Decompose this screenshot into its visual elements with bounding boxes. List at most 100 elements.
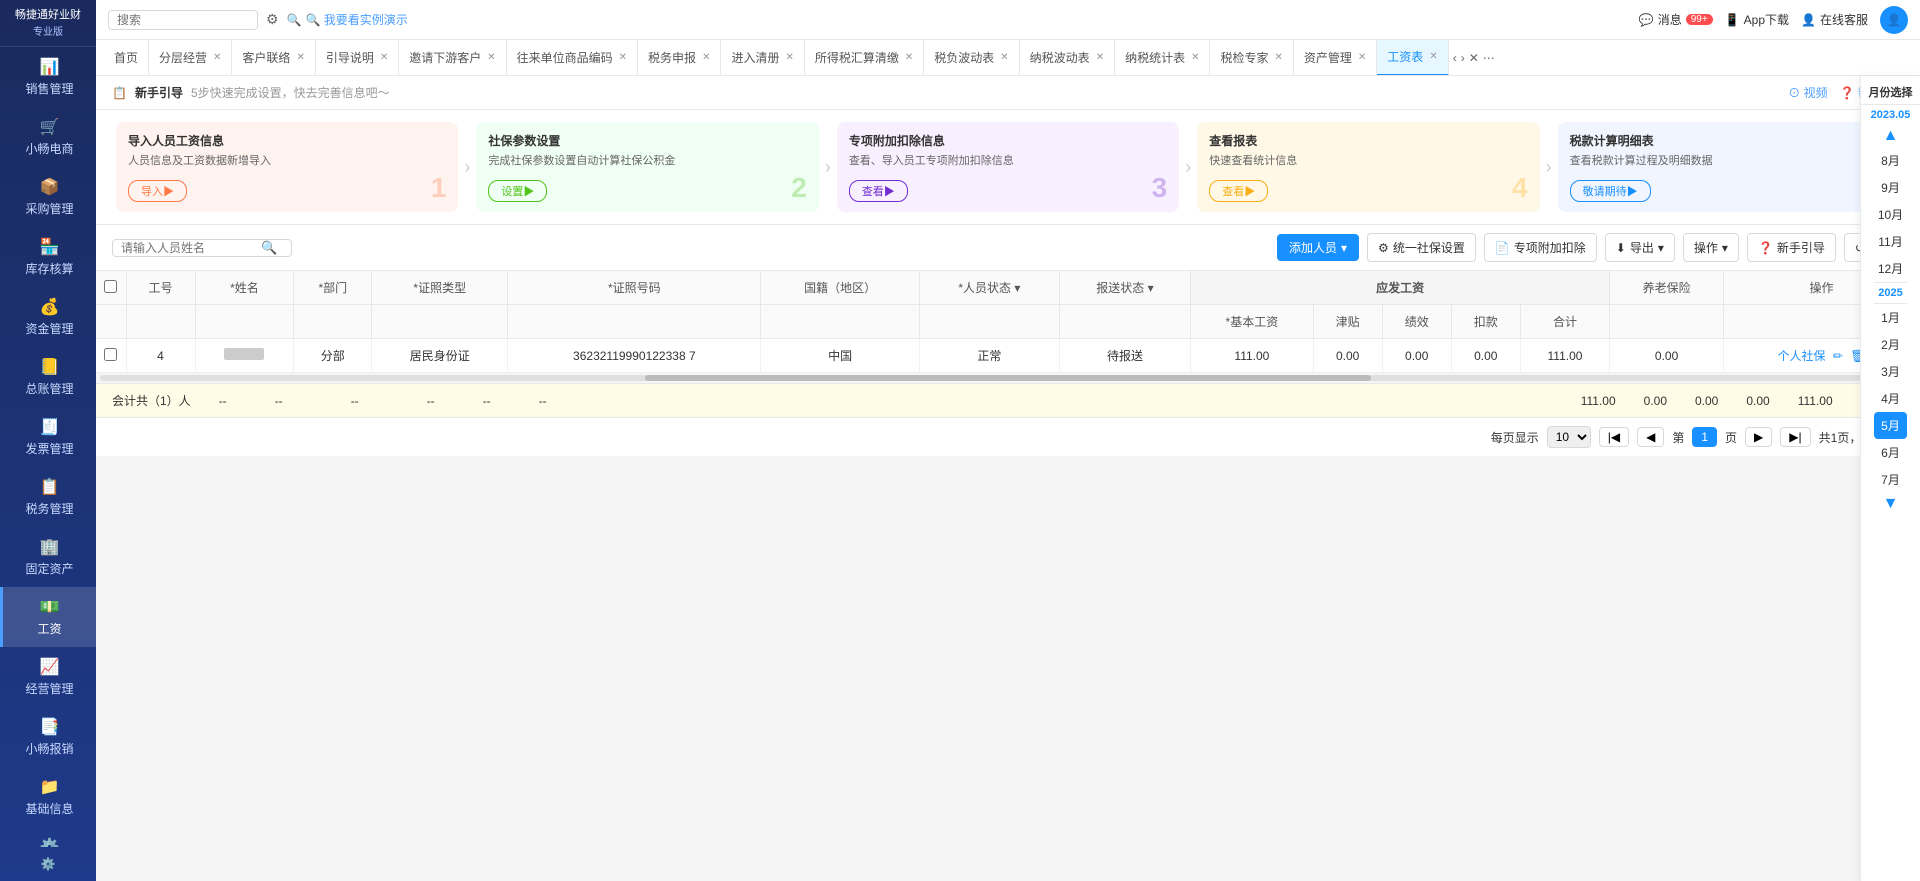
sidebar-item-finance[interactable]: 💰 资金管理 xyxy=(0,287,96,347)
page-prev-btn[interactable]: ◀ xyxy=(1637,427,1664,447)
unified-settings-btn[interactable]: ⚙ 统一社保设置 xyxy=(1367,233,1476,262)
th-report-status: 报送状态 ▾ xyxy=(1059,271,1190,305)
breadcrumb-input[interactable] xyxy=(108,10,258,30)
page-next-btn[interactable]: ▶ xyxy=(1745,427,1772,447)
sidebar-icon-purchase: 📦 xyxy=(40,177,60,197)
page-first-btn[interactable]: |◀ xyxy=(1599,427,1629,447)
header-settings-icon[interactable]: ⚙ xyxy=(266,11,279,28)
page-last-btn[interactable]: ▶| xyxy=(1780,427,1810,447)
tab-close-税负波动表[interactable]: ✕ xyxy=(1000,52,1008,63)
tab-客户联络[interactable]: 客户联络✕ xyxy=(232,40,315,76)
tab-close-进入清册[interactable]: ✕ xyxy=(785,52,793,63)
sidebar-item-basic[interactable]: 📁 基础信息 xyxy=(0,767,96,827)
tab-引导说明[interactable]: 引导说明✕ xyxy=(316,40,399,76)
tab-close-税检专家[interactable]: ✕ xyxy=(1275,52,1283,63)
tab-close-纳税统计表[interactable]: ✕ xyxy=(1191,52,1199,63)
user-avatar[interactable]: 👤 xyxy=(1880,6,1908,34)
online-service-btn[interactable]: 👤 在线客服 xyxy=(1801,11,1868,28)
guide-bar: 📋 新手引导 5步快速完成设置，快去完善信息吧～ ⊙ 视频 ❓ 帮助 ✕ xyxy=(96,76,1920,110)
tab-close-分层经营[interactable]: ✕ xyxy=(213,52,221,63)
avatar-icon: 👤 xyxy=(1887,13,1902,27)
month-item-2[interactable]: 10月 xyxy=(1874,201,1907,228)
month-item-9[interactable]: 4月 xyxy=(1874,385,1907,412)
step-btn-5[interactable]: 敬请期待▶ xyxy=(1570,180,1651,202)
sidebar-item-ecommerce[interactable]: 🛒 小畅电商 xyxy=(0,107,96,167)
operations-btn[interactable]: 操作 ▾ xyxy=(1683,233,1739,262)
tab-close-all[interactable]: ✕ xyxy=(1469,51,1479,65)
app-download-btn[interactable]: 📱 App下载 xyxy=(1725,11,1789,28)
month-item-8[interactable]: 3月 xyxy=(1874,358,1907,385)
action-social-0[interactable]: 个人社保 xyxy=(1777,349,1825,363)
new-guide-btn[interactable]: ❓ 新手引导 xyxy=(1747,233,1836,262)
month-item-0[interactable]: 8月 xyxy=(1874,147,1907,174)
step-btn-1[interactable]: 导入▶ xyxy=(128,180,187,202)
tab-进入清册[interactable]: 进入清册✕ xyxy=(721,40,804,76)
month-item-6[interactable]: 1月 xyxy=(1874,304,1907,331)
month-item-12[interactable]: 7月 xyxy=(1874,466,1907,493)
search-icon[interactable]: 🔍 xyxy=(261,240,277,256)
sidebar-item-system[interactable]: ⚙️ 系统管理 xyxy=(0,827,96,847)
scroll-thumb[interactable] xyxy=(645,375,1371,381)
select-all-checkbox[interactable] xyxy=(104,280,117,293)
page-size-select[interactable]: 10 20 50 xyxy=(1547,426,1591,448)
sidebar-settings[interactable]: ⚙️ xyxy=(0,847,96,881)
message-btn[interactable]: 💬 消息 99+ xyxy=(1639,11,1713,28)
tab-纳税波动表[interactable]: 纳税波动表✕ xyxy=(1020,40,1115,76)
tab-税负波动表[interactable]: 税负波动表✕ xyxy=(924,40,1019,76)
tab-close-引导说明[interactable]: ✕ xyxy=(380,52,388,63)
demo-link[interactable]: 🔍 🔍 我要看实例演示 xyxy=(287,11,408,28)
export-btn[interactable]: ⬇ 导出 ▾ xyxy=(1605,233,1675,262)
step-btn-2[interactable]: 设置▶ xyxy=(488,180,547,202)
tab-more[interactable]: ⋯ xyxy=(1483,51,1495,65)
month-item-1[interactable]: 9月 xyxy=(1874,174,1907,201)
tab-close-纳税波动表[interactable]: ✕ xyxy=(1096,52,1104,63)
sidebar-item-assets[interactable]: 🏢 固定资产 xyxy=(0,527,96,587)
month-item-7[interactable]: 2月 xyxy=(1874,331,1907,358)
sidebar-item-report[interactable]: 📑 小畅报销 xyxy=(0,707,96,767)
month-item-11[interactable]: 6月 xyxy=(1874,439,1907,466)
sidebar-item-inventory[interactable]: 🏪 库存核算 xyxy=(0,227,96,287)
action-edit-0[interactable]: ✏ xyxy=(1833,349,1843,363)
tab-工资表[interactable]: 工资表✕ xyxy=(1377,40,1448,76)
th-job-num: 工号 xyxy=(126,271,195,305)
table-scrollbar[interactable] xyxy=(96,373,1920,383)
row-checkbox-0[interactable] xyxy=(104,348,117,361)
tab-税务申报[interactable]: 税务申报✕ xyxy=(638,40,721,76)
sidebar-item-invoice[interactable]: 🧾 发票管理 xyxy=(0,407,96,467)
tab-close-工资表[interactable]: ✕ xyxy=(1429,51,1437,62)
tab-home[interactable]: 首页 xyxy=(104,40,149,76)
tab-close-税务申报[interactable]: ✕ xyxy=(702,52,710,63)
tab-所得税汇算清缴[interactable]: 所得税汇算清缴✕ xyxy=(805,40,924,76)
tab-nav-prev[interactable]: ‹ xyxy=(1453,51,1457,65)
month-item-4[interactable]: 12月 xyxy=(1874,255,1907,282)
tab-纳税统计表[interactable]: 纳税统计表✕ xyxy=(1115,40,1210,76)
month-item-3[interactable]: 11月 xyxy=(1874,228,1907,255)
month-nav-up[interactable]: ▲ xyxy=(1881,125,1901,147)
tab-close-客户联络[interactable]: ✕ xyxy=(296,52,304,63)
guide-video-btn[interactable]: ⊙ 视频 xyxy=(1788,84,1827,101)
add-person-btn[interactable]: 添加人员 ▾ xyxy=(1277,234,1359,261)
sidebar-item-purchase[interactable]: 📦 采购管理 xyxy=(0,167,96,227)
search-input[interactable] xyxy=(121,241,261,255)
step-btn-3[interactable]: 查看▶ xyxy=(849,180,908,202)
current-page[interactable]: 1 xyxy=(1692,427,1717,447)
tab-close-邀请下游客户[interactable]: ✕ xyxy=(487,52,495,63)
step-btn-4[interactable]: 查看▶ xyxy=(1209,180,1268,202)
tab-邀请下游客户[interactable]: 邀请下游客户✕ xyxy=(399,40,506,76)
sidebar-item-operations[interactable]: 📈 经营管理 xyxy=(0,647,96,707)
additional-deduction-btn[interactable]: 📄 专项附加扣除 xyxy=(1484,233,1597,262)
sidebar-item-sales[interactable]: 📊 销售管理 xyxy=(0,47,96,107)
month-item-10[interactable]: 5月 xyxy=(1874,412,1907,439)
tab-close-往来单位商品编码[interactable]: ✕ xyxy=(619,52,627,63)
tab-nav-next[interactable]: › xyxy=(1461,51,1465,65)
tab-往来单位商品编码[interactable]: 往来单位商品编码✕ xyxy=(507,40,638,76)
tab-税检专家[interactable]: 税检专家✕ xyxy=(1210,40,1293,76)
tab-分层经营[interactable]: 分层经营✕ xyxy=(149,40,232,76)
sidebar-item-payroll[interactable]: 💵 工资 xyxy=(0,587,96,647)
sidebar-item-accounting[interactable]: 📒 总账管理 xyxy=(0,347,96,407)
month-nav-down[interactable]: ▼ xyxy=(1881,493,1901,515)
tab-close-资产管理[interactable]: ✕ xyxy=(1358,52,1366,63)
sidebar-item-tax[interactable]: 📋 税务管理 xyxy=(0,467,96,527)
tab-close-所得税汇算清缴[interactable]: ✕ xyxy=(905,52,913,63)
tab-资产管理[interactable]: 资产管理✕ xyxy=(1294,40,1377,76)
